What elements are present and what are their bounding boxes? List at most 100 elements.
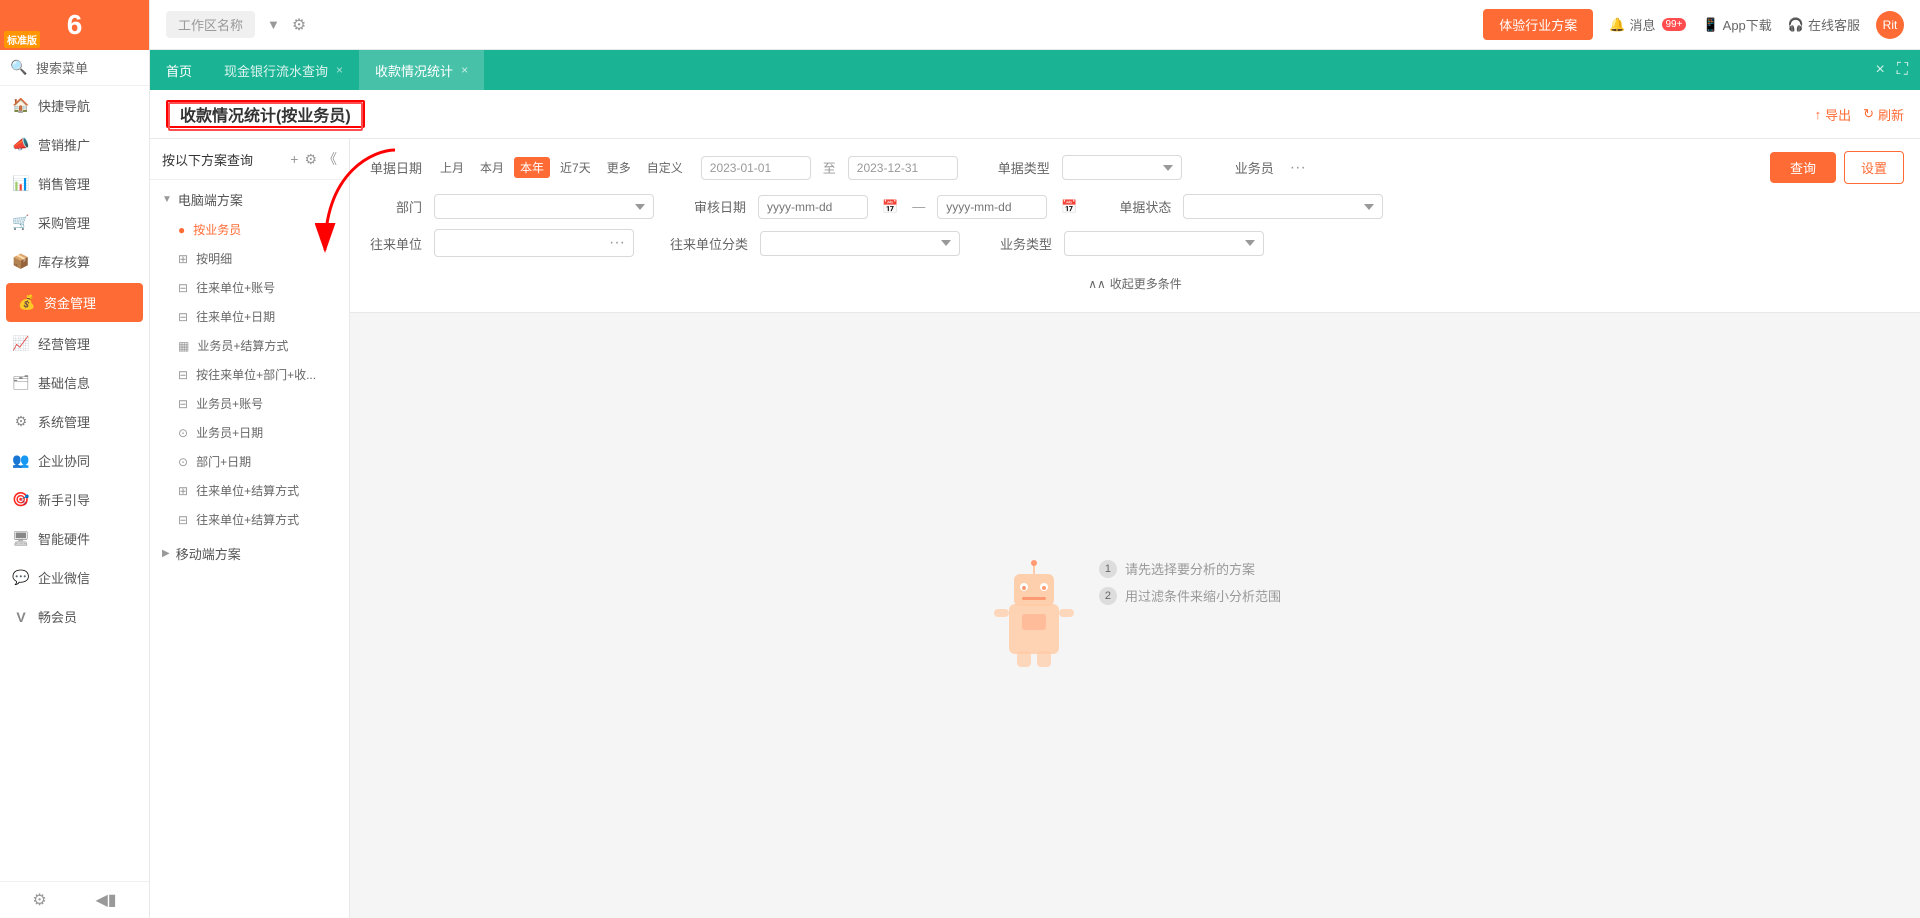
tab-receivable-close[interactable]: ×: [461, 63, 468, 77]
sidebar-settings-icon[interactable]: ⚙: [32, 890, 46, 910]
scheme-item-detail[interactable]: ⊞ 按明细: [150, 244, 349, 273]
sidebar-item-operations[interactable]: 📈 经营管理: [0, 324, 149, 363]
shortcut-more[interactable]: 更多: [601, 157, 637, 178]
app-download-btn[interactable]: 📱 App下载: [1702, 15, 1771, 34]
scheme-item-dept-date[interactable]: ⊙ 部门+日期: [150, 447, 349, 476]
sidebar-item-collab[interactable]: 👥 企业协同: [0, 441, 149, 480]
search-icon: 🔍: [10, 59, 28, 77]
shortcut-last-month[interactable]: 上月: [434, 157, 470, 178]
dept-filter-label: 部门: [366, 197, 422, 216]
collapse-panel-icon[interactable]: 《: [323, 149, 337, 169]
sidebar-item-sales[interactable]: 📊 销售管理: [0, 164, 149, 203]
customer-input-wrap[interactable]: ···: [434, 229, 634, 257]
expand-mobile-icon: ▶: [162, 548, 170, 559]
shortcut-this-year[interactable]: 本年: [514, 157, 550, 178]
sidebar-item-system[interactable]: ⚙ 系统管理: [0, 402, 149, 441]
scheme-item-salesman-label: 按业务员: [193, 221, 241, 238]
shortcut-this-month[interactable]: 本月: [474, 157, 510, 178]
notification-label: 消息: [1629, 15, 1655, 34]
audit-calendar-to-icon[interactable]: 📅: [1061, 199, 1077, 215]
robot-svg: [989, 559, 1079, 669]
notification-btn[interactable]: 🔔 消息 99+: [1609, 15, 1686, 34]
scheme-item-salesman-date[interactable]: ⊙ 业务员+日期: [150, 418, 349, 447]
tab-receivable-label: 收款情况统计: [375, 61, 453, 80]
trial-btn[interactable]: 体验行业方案: [1483, 9, 1593, 40]
date-from-input[interactable]: [701, 156, 811, 180]
biztype-select[interactable]: [1064, 231, 1264, 256]
sidebar-label-search: 搜索菜单: [36, 58, 88, 77]
customer-input[interactable]: [443, 236, 605, 251]
export-btn[interactable]: ↑ 导出: [1815, 105, 1852, 124]
download-icon: 📱: [1702, 17, 1718, 33]
sidebar-item-finance[interactable]: 💰 资金管理: [6, 283, 143, 322]
sidebar-item-purchase[interactable]: 🛒 采购管理: [0, 203, 149, 242]
sidebar-collapse-icon[interactable]: ◀▮: [95, 890, 116, 910]
sidebar-item-inventory[interactable]: 📦 库存核算: [0, 242, 149, 281]
scheme-settings-icon[interactable]: ⚙: [304, 151, 317, 168]
left-panel-header: 按以下方案查询 + ⚙ 《: [150, 139, 349, 180]
sidebar: 6 标准版 🔍 搜索菜单 🏠 快捷导航 📣 营销推广 📊 销售管理 🛒 采购管理…: [0, 0, 150, 918]
salesman-dots[interactable]: ···: [1290, 159, 1306, 177]
scheme-item-customer-dept[interactable]: ⊟ 按往来单位+部门+收...: [150, 360, 349, 389]
scheme-item-detail-label: 按明细: [196, 250, 232, 267]
workspace-dropdown-icon[interactable]: ▼: [267, 17, 280, 32]
sidebar-item-wechat[interactable]: 💬 企业微信: [0, 558, 149, 597]
scheme-item-salesman-account[interactable]: ⊟ 业务员+账号: [150, 389, 349, 418]
scheme-group-pc-header[interactable]: ▼ 电脑端方案: [150, 184, 349, 215]
customer-payment2-icon: ⊟: [178, 513, 188, 527]
tab-close-all-icon[interactable]: ×: [1875, 61, 1884, 79]
add-scheme-icon[interactable]: +: [290, 151, 298, 167]
customer-classify-select[interactable]: [760, 231, 960, 256]
sidebar-item-quicknav[interactable]: 🏠 快捷导航: [0, 86, 149, 125]
hardware-icon: 🖥: [12, 530, 30, 548]
online-service-btn[interactable]: 🎧 在线客服: [1788, 15, 1860, 34]
scheme-group-mobile-header[interactable]: ▶ 移动端方案: [150, 538, 349, 569]
audit-calendar-from-icon[interactable]: 📅: [882, 199, 898, 215]
scheme-item-salesman-payment[interactable]: ▦ 业务员+结算方式: [150, 331, 349, 360]
sidebar-item-marketing[interactable]: 📣 营销推广: [0, 125, 149, 164]
audit-date-from-input[interactable]: [758, 195, 868, 219]
sidebar-item-member[interactable]: V 畅会员: [0, 597, 149, 636]
audit-date-to-input[interactable]: [937, 195, 1047, 219]
refresh-btn[interactable]: ↻ 刷新: [1863, 105, 1904, 124]
gear-icon[interactable]: ⚙: [292, 15, 306, 35]
sidebar-item-search[interactable]: 🔍 搜索菜单: [0, 50, 149, 86]
tab-cashflow-close[interactable]: ×: [336, 63, 343, 77]
audit-date-label: 审核日期: [690, 197, 746, 216]
settings-btn[interactable]: 设置: [1844, 151, 1904, 184]
customer-dept-icon: ⊟: [178, 368, 188, 382]
empty-robot-illustration: [989, 559, 1079, 672]
tab-cashflow[interactable]: 现金银行流水查询 ×: [208, 50, 359, 90]
scheme-item-customer-payment2[interactable]: ⊟ 往来单位+结算方式: [150, 505, 349, 534]
filter-row-2: 部门 审核日期 📅 — 📅 单据状态: [366, 194, 1904, 219]
sidebar-label-inventory: 库存核算: [38, 252, 90, 271]
customer-date-icon: ⊟: [178, 310, 188, 324]
sidebar-item-guide[interactable]: 🎯 新手引导: [0, 480, 149, 519]
doctype-select[interactable]: [1062, 155, 1182, 180]
sidebar-item-hardware[interactable]: 🖥 智能硬件: [0, 519, 149, 558]
sidebar-item-basic-info[interactable]: 🗂 基础信息: [0, 363, 149, 402]
dept-select[interactable]: [434, 194, 654, 219]
tab-home[interactable]: 首页: [150, 61, 208, 80]
scheme-item-customer-payment2-label: 往来单位+结算方式: [196, 511, 299, 528]
shortcut-custom[interactable]: 自定义: [641, 157, 689, 178]
biztype-filter-label: 业务类型: [996, 234, 1052, 253]
scheme-item-customer-date[interactable]: ⊟ 往来单位+日期: [150, 302, 349, 331]
sidebar-label-guide: 新手引导: [38, 490, 90, 509]
tab-home-label: 首页: [166, 64, 192, 79]
date-to-input[interactable]: [848, 156, 958, 180]
scheme-item-customer-account[interactable]: ⊟ 往来单位+账号: [150, 273, 349, 302]
scheme-item-salesman[interactable]: ● 按业务员: [150, 215, 349, 244]
docstatus-select[interactable]: [1183, 194, 1383, 219]
finance-icon: 💰: [18, 294, 36, 312]
salesman-filter-label: 业务员: [1218, 158, 1274, 177]
scheme-item-customer-account-label: 往来单位+账号: [196, 279, 275, 296]
shortcut-7days[interactable]: 近7天: [554, 157, 597, 178]
user-avatar[interactable]: Rit: [1876, 11, 1904, 39]
query-btn[interactable]: 查询: [1770, 152, 1836, 183]
tab-maximize-icon[interactable]: ⛶: [1897, 61, 1908, 79]
customer-dots-icon[interactable]: ···: [609, 234, 625, 252]
scheme-item-customer-payment1[interactable]: ⊞ 往来单位+结算方式: [150, 476, 349, 505]
tab-receivable[interactable]: 收款情况统计 ×: [359, 50, 484, 90]
collapse-bar[interactable]: ∧∧ 收起更多条件: [366, 267, 1904, 300]
